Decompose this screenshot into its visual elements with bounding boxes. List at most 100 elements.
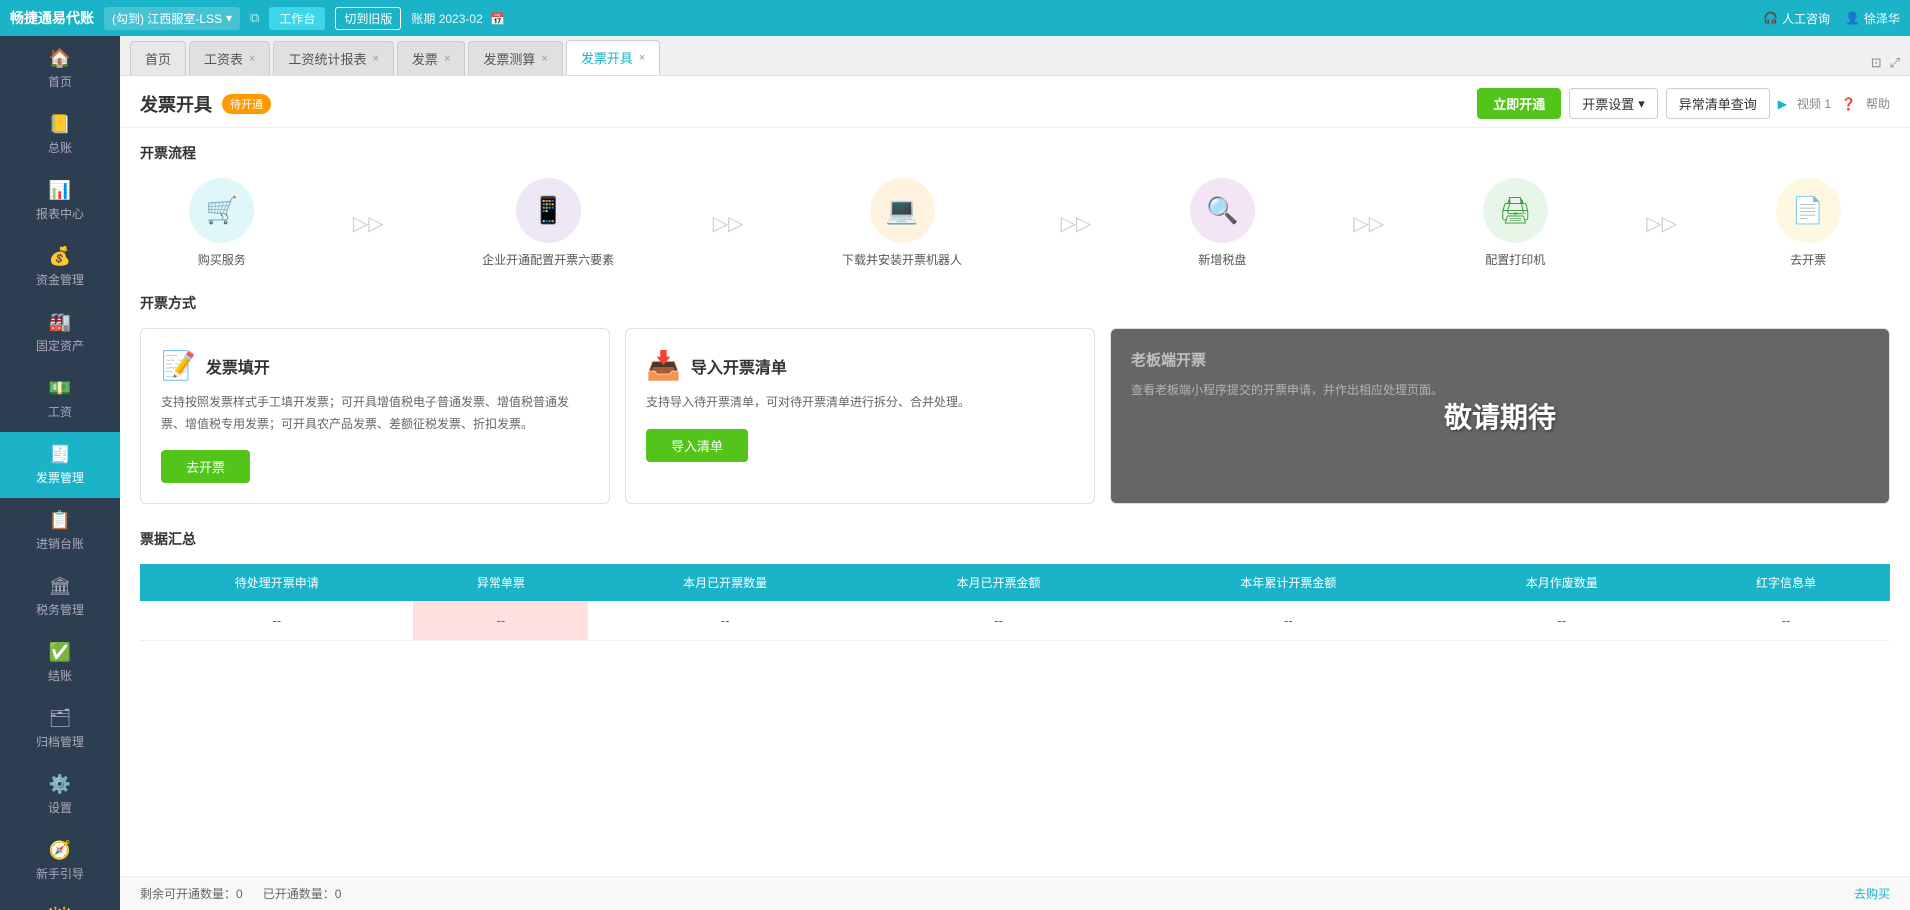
import-list-button[interactable]: 导入清单	[646, 429, 748, 462]
settings-icon: ⚙️	[49, 774, 71, 795]
settings-button[interactable]: 开票设置 ▾	[1569, 88, 1658, 119]
method-import-icon: 📥	[646, 349, 681, 382]
calendar-icon[interactable]: 📅	[490, 12, 505, 26]
cell-red-info: --	[1682, 601, 1890, 641]
tab-invoice-issue[interactable]: 发票开具 ×	[566, 40, 660, 75]
tab-home-label: 首页	[145, 49, 171, 68]
step-download: 💻 下载并安装开票机器人	[842, 178, 962, 268]
col-red-info: 红字信息单	[1682, 564, 1890, 601]
coming-soon-text: 敬请期待	[1444, 396, 1556, 436]
tax-icon: 🏛	[49, 576, 72, 597]
home-icon: 🏠	[49, 48, 71, 69]
consult-button[interactable]: 🎧 人工咨询	[1763, 10, 1830, 27]
sidebar-item-settle[interactable]: ✅ 结账	[0, 630, 120, 696]
tab-invoice[interactable]: 发票 ×	[397, 41, 465, 75]
step-buy-icon: 🛒	[189, 178, 254, 243]
summary-data-row: -- -- -- -- -- -- --	[140, 601, 1890, 641]
sidebar-item-assets[interactable]: 🏭 固定资产	[0, 300, 120, 366]
tab-invoice-calc-label: 发票测算	[483, 49, 535, 68]
sidebar-label-tax: 税务管理	[36, 601, 84, 618]
method-card-old-terminal: 老板端开票 查看老板端小程序提交的开票申请，并作出相应处理页面。 敬请期待	[1110, 328, 1890, 504]
tab-invoice-label: 发票	[412, 49, 438, 68]
sidebar-item-archive[interactable]: 🗂 归档管理	[0, 696, 120, 762]
sidebar-item-salary[interactable]: 💵 工资	[0, 366, 120, 432]
guide-icon: 🧭	[49, 840, 71, 861]
sidebar-label-ledger: 总账	[48, 139, 72, 156]
tab-invoice-close[interactable]: ×	[444, 53, 450, 65]
method-import-title: 导入开票清单	[691, 354, 787, 378]
go-issue-button[interactable]: 去开票	[161, 450, 250, 483]
step-taxdisk-icon: 🔍	[1190, 178, 1255, 243]
summary-table: 待处理开票申请 异常单票 本月已开票数量 本月已开票金额 本年累计开票金额 本月…	[140, 564, 1890, 641]
copy-icon[interactable]: ⧉	[250, 10, 259, 26]
old-version-button[interactable]: 切到旧版	[335, 7, 401, 30]
sidebar-item-purchase[interactable]: 📋 进销台账	[0, 498, 120, 564]
cell-void-count: --	[1442, 601, 1683, 641]
settle-icon: ✅	[49, 642, 71, 663]
sidebar-label-purchase: 进销台账	[36, 535, 84, 552]
company-selector[interactable]: (勾到) 江西服室-LSS ▾	[104, 7, 240, 30]
content-area: 发票开具 待开通 立即开通 开票设置 ▾ 异常清单查询 ▶ 视频 1 ❓ 帮助	[120, 76, 1910, 910]
archive-icon: 🗂	[49, 708, 72, 729]
step-printer-icon: 🖨	[1483, 178, 1548, 243]
tab-payroll-report-label: 工资统计报表	[288, 49, 366, 68]
method-manual-title: 发票填开	[206, 354, 270, 378]
anomaly-button[interactable]: 异常清单查询	[1666, 88, 1770, 119]
sidebar-label-salary: 工资	[48, 403, 72, 420]
col-month-amount: 本月已开票金额	[862, 564, 1135, 601]
remaining-count: 剩余可开通数量：0	[140, 885, 243, 902]
help-label: 帮助	[1866, 95, 1890, 112]
header-help: ▶ 视频 1 ❓ 帮助	[1778, 95, 1890, 112]
tab-invoice-calc-close[interactable]: ×	[541, 53, 547, 65]
header-actions: 立即开通 开票设置 ▾ 异常清单查询 ▶ 视频 1 ❓ 帮助	[1477, 88, 1890, 119]
sidebar-item-tax[interactable]: 🏛 税务管理	[0, 564, 120, 630]
page-title: 发票开具	[140, 91, 212, 117]
content-body: 开票流程 🛒 购买服务 ▷▷ 📱 企业开通配置开票六要素 ▷▷	[120, 128, 1910, 876]
page-title-area: 发票开具 待开通	[140, 91, 271, 117]
method-manual-header: 📝 发票填开	[161, 349, 589, 382]
tab-invoice-calc[interactable]: 发票测算 ×	[468, 41, 562, 75]
user-area[interactable]: 👤 徐泽华	[1845, 10, 1900, 27]
invoice-icon: 🧾	[49, 444, 71, 465]
avatar-icon: 👤	[1845, 11, 1860, 25]
col-month-count: 本月已开票数量	[588, 564, 861, 601]
step-config-icon: 📱	[516, 178, 581, 243]
step-issue-label: 去开票	[1790, 251, 1826, 268]
sidebar-item-settings[interactable]: ⚙️ 设置	[0, 762, 120, 828]
open-now-button[interactable]: 立即开通	[1477, 88, 1561, 119]
tab-payroll-label: 工资表	[204, 49, 243, 68]
tab-payroll-report[interactable]: 工资统计报表 ×	[273, 41, 393, 75]
step-buy: 🛒 购买服务	[189, 178, 254, 268]
col-year-amount: 本年累计开票金额	[1135, 564, 1441, 601]
workspace-button[interactable]: 工作台	[269, 7, 325, 30]
page-header: 发票开具 待开通 立即开通 开票设置 ▾ 异常清单查询 ▶ 视频 1 ❓ 帮助	[120, 76, 1910, 128]
col-void-count: 本月作废数量	[1442, 564, 1683, 601]
restore-icon[interactable]: ⊡	[1871, 55, 1882, 71]
purchase-icon: 📋	[49, 510, 71, 531]
main-layout: 🏠 首页 📒 总账 📊 报表中心 💰 资金管理 🏭 固定资产 💵 工资 🧾 发票…	[0, 36, 1910, 910]
sidebar-item-ledger[interactable]: 📒 总账	[0, 102, 120, 168]
buy-link[interactable]: 去购买	[1854, 885, 1890, 902]
tab-payroll-close[interactable]: ×	[249, 53, 255, 65]
process-flow-section: 开票流程 🛒 购买服务 ▷▷ 📱 企业开通配置开票六要素 ▷▷	[140, 143, 1890, 268]
step-issue: 📄 去开票	[1776, 178, 1841, 268]
coming-soon-overlay: 敬请期待	[1111, 329, 1889, 503]
sidebar-item-capital[interactable]: 💰 资金管理	[0, 234, 120, 300]
sidebar-item-guide[interactable]: 🧭 新手引导	[0, 828, 120, 894]
method-card-import: 📥 导入开票清单 支持导入待开票清单，可对待开票清单进行拆分、合并处理。 导入清…	[625, 328, 1095, 504]
arrow-2: ▷▷	[713, 211, 744, 236]
video-icon: ▶	[1778, 97, 1787, 111]
maximize-icon[interactable]: ⤢	[1890, 55, 1900, 71]
sidebar-item-home[interactable]: 🏠 首页	[0, 36, 120, 102]
step-config: 📱 企业开通配置开票六要素	[482, 178, 614, 268]
tab-payroll-report-close[interactable]: ×	[372, 53, 378, 65]
sidebar-item-invoice[interactable]: 🧾 发票管理	[0, 432, 120, 498]
tab-home[interactable]: 首页	[130, 41, 186, 75]
step-download-label: 下载并安装开票机器人	[842, 251, 962, 268]
process-flow-title: 开票流程	[140, 143, 1890, 163]
step-printer-label: 配置打印机	[1485, 251, 1545, 268]
tab-invoice-issue-close[interactable]: ×	[639, 52, 645, 64]
tab-payroll[interactable]: 工资表 ×	[189, 41, 270, 75]
sidebar-item-reports[interactable]: 📊 报表中心	[0, 168, 120, 234]
sidebar-item-member[interactable]: 👑 畅会员	[0, 894, 120, 910]
